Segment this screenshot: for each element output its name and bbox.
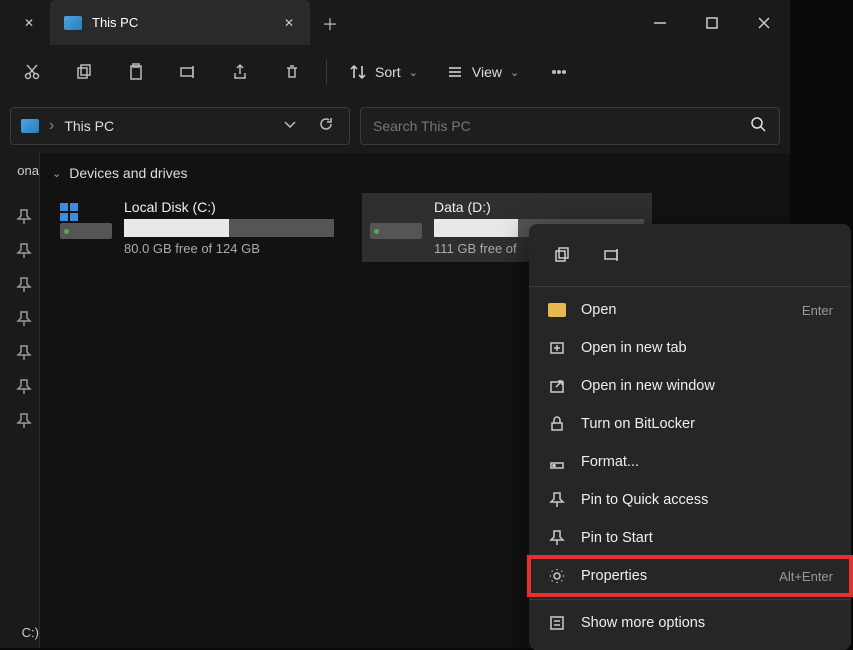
paste-button[interactable] xyxy=(112,52,160,92)
menu-item-label: Pin to Quick access xyxy=(581,492,833,508)
menu-item-label: Open in new window xyxy=(581,378,833,394)
chevron-down-icon: ⌄ xyxy=(510,66,519,79)
context-menu: Open Enter Open in new tab Open in new w… xyxy=(529,224,851,650)
context-menu-open-new-tab[interactable]: Open in new tab xyxy=(529,329,851,367)
menu-item-shortcut: Enter xyxy=(802,303,833,318)
more-icon xyxy=(547,613,567,633)
rename-button[interactable] xyxy=(164,52,212,92)
context-menu-open[interactable]: Open Enter xyxy=(529,291,851,329)
cut-button[interactable] xyxy=(8,52,56,92)
sort-label: Sort xyxy=(375,64,401,80)
pin-icon[interactable] xyxy=(0,404,39,438)
section-title: Devices and drives xyxy=(69,165,187,181)
tab-title: This PC xyxy=(92,15,272,30)
context-menu-pin-start[interactable]: Pin to Start xyxy=(529,519,851,557)
lock-icon xyxy=(547,414,567,434)
close-button[interactable] xyxy=(738,0,790,45)
chevron-down-icon[interactable] xyxy=(277,111,303,142)
format-icon xyxy=(547,452,567,472)
context-menu-bitlocker[interactable]: Turn on BitLocker xyxy=(529,405,851,443)
new-window-icon xyxy=(547,376,567,396)
pc-icon xyxy=(64,16,82,30)
chevron-down-icon: ⌄ xyxy=(409,66,418,79)
view-dropdown[interactable]: View ⌄ xyxy=(434,52,531,92)
minimize-button[interactable] xyxy=(634,0,686,45)
search-icon[interactable] xyxy=(749,115,767,138)
menu-item-label: Turn on BitLocker xyxy=(581,416,833,432)
copy-button[interactable] xyxy=(60,52,108,92)
menu-item-label: Pin to Start xyxy=(581,530,833,546)
pin-icon xyxy=(547,490,567,510)
new-tab-button[interactable]: ＋ xyxy=(310,11,350,35)
rename-button[interactable] xyxy=(597,240,627,270)
drive-capacity-bar xyxy=(124,219,334,237)
pin-icon xyxy=(547,528,567,548)
pin-icon[interactable] xyxy=(0,200,39,234)
context-menu-quickactions xyxy=(529,232,851,282)
tab-this-pc[interactable]: This PC ✕ xyxy=(50,0,310,45)
address-search-row: › This PC xyxy=(0,99,790,153)
drive-name: Data (D:) xyxy=(434,199,644,215)
pin-icon[interactable] xyxy=(0,302,39,336)
nav-item[interactable]: ona xyxy=(0,157,39,180)
search-bar[interactable] xyxy=(360,107,780,145)
menu-item-label: Show more options xyxy=(581,615,833,631)
copy-button[interactable] xyxy=(547,240,577,270)
context-menu-pin-quick-access[interactable]: Pin to Quick access xyxy=(529,481,851,519)
pin-icon[interactable] xyxy=(0,370,39,404)
menu-item-label: Open xyxy=(581,302,788,318)
context-menu-properties[interactable]: Properties Alt+Enter xyxy=(529,557,851,595)
drive-icon xyxy=(370,199,422,239)
titlebar: ✕ This PC ✕ ＋ xyxy=(0,0,790,45)
menu-item-label: Properties xyxy=(581,568,765,584)
context-menu-open-new-window[interactable]: Open in new window xyxy=(529,367,851,405)
menu-item-label: Open in new tab xyxy=(581,340,833,356)
menu-item-label: Format... xyxy=(581,454,833,470)
nav-pane: ona C:) xyxy=(0,153,40,648)
share-button[interactable] xyxy=(216,52,264,92)
drive-local-c[interactable]: Local Disk (C:) 80.0 GB free of 124 GB xyxy=(52,193,342,262)
maximize-button[interactable] xyxy=(686,0,738,45)
more-button[interactable] xyxy=(535,52,583,92)
pc-icon xyxy=(21,119,39,133)
context-menu-show-more[interactable]: Show more options xyxy=(529,604,851,642)
pin-icon[interactable] xyxy=(0,268,39,302)
chevron-down-icon: ⌄ xyxy=(52,167,61,180)
address-path: This PC xyxy=(64,118,267,134)
close-icon[interactable]: ✕ xyxy=(22,16,36,30)
toolbar: Sort ⌄ View ⌄ xyxy=(0,45,790,99)
nav-drive-c[interactable]: C:) xyxy=(0,617,39,648)
search-input[interactable] xyxy=(373,118,749,134)
new-tab-icon xyxy=(547,338,567,358)
address-bar[interactable]: › This PC xyxy=(10,107,350,145)
delete-button[interactable] xyxy=(268,52,316,92)
view-label: View xyxy=(472,64,502,80)
close-icon[interactable]: ✕ xyxy=(282,16,296,30)
drive-icon xyxy=(60,199,112,239)
menu-item-shortcut: Alt+Enter xyxy=(779,569,833,584)
sort-dropdown[interactable]: Sort ⌄ xyxy=(337,52,430,92)
pin-icon[interactable] xyxy=(0,234,39,268)
tab-inactive[interactable]: ✕ xyxy=(0,0,50,45)
drive-name: Local Disk (C:) xyxy=(124,199,334,215)
section-header[interactable]: ⌄ Devices and drives xyxy=(52,161,778,193)
window-controls xyxy=(634,0,790,45)
properties-icon xyxy=(547,566,567,586)
folder-icon xyxy=(547,300,567,320)
drive-free-text: 80.0 GB free of 124 GB xyxy=(124,241,334,256)
refresh-button[interactable] xyxy=(313,111,339,142)
context-menu-format[interactable]: Format... xyxy=(529,443,851,481)
pin-icon[interactable] xyxy=(0,336,39,370)
